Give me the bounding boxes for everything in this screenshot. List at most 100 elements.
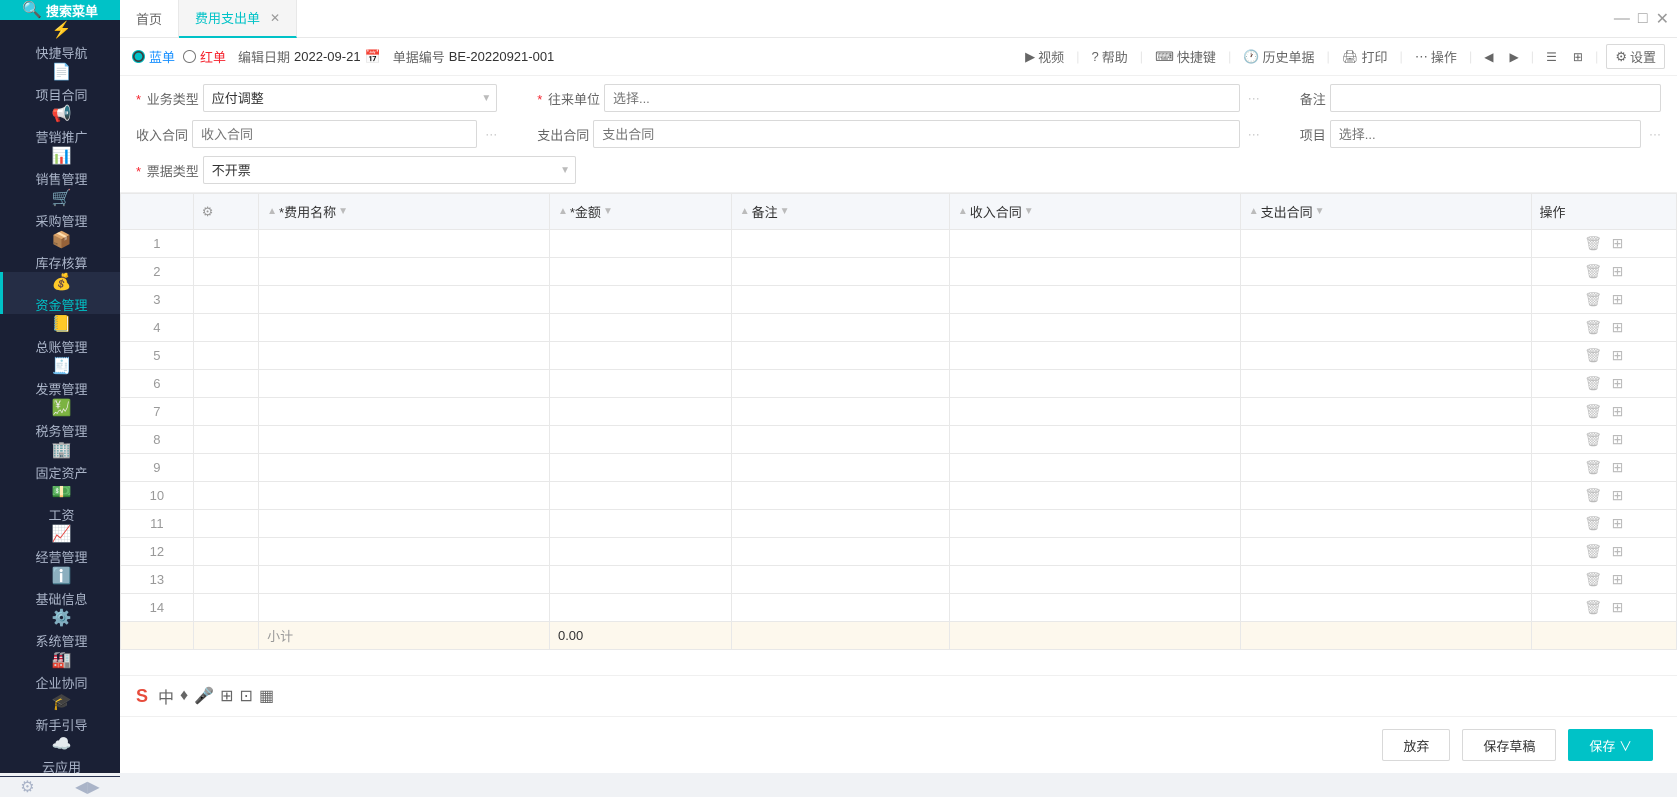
delete-icon[interactable]: 🗑 — [1584, 487, 1602, 503]
footer-icon-5[interactable]: ⊡ — [240, 686, 253, 706]
col-note-sort-up[interactable]: ▲ — [740, 206, 750, 217]
row-name[interactable] — [259, 286, 550, 314]
row-note[interactable] — [731, 454, 949, 482]
video-button[interactable]: ▶ 视频 — [1021, 45, 1068, 68]
copy-icon[interactable]: ⊞ — [1612, 487, 1624, 503]
row-income[interactable] — [949, 370, 1240, 398]
delete-icon[interactable]: 🗑 — [1584, 375, 1602, 391]
row-income[interactable] — [949, 230, 1240, 258]
copy-icon[interactable]: ⊞ — [1612, 375, 1624, 391]
radio-blue[interactable]: 蓝单 — [132, 47, 175, 66]
row-expense[interactable] — [1240, 454, 1531, 482]
row-income[interactable] — [949, 482, 1240, 510]
row-note[interactable] — [731, 314, 949, 342]
sidebar-item-cloud[interactable]: ☁️ 云应用 — [0, 734, 120, 776]
copy-icon[interactable]: ⊞ — [1612, 571, 1624, 587]
col-expense-sort-up[interactable]: ▲ — [1249, 206, 1259, 217]
row-amount[interactable] — [549, 286, 731, 314]
col-name-sort-down[interactable]: ▼ — [338, 206, 348, 217]
sidebar-search[interactable]: 🔍 搜索菜单 — [0, 0, 120, 20]
footer-icon-2[interactable]: ♦ — [180, 687, 188, 705]
copy-icon[interactable]: ⊞ — [1612, 403, 1624, 419]
row-income[interactable] — [949, 426, 1240, 454]
income-contract-input[interactable] — [192, 120, 477, 148]
row-note[interactable] — [731, 342, 949, 370]
delete-icon[interactable]: 🗑 — [1584, 515, 1602, 531]
partner-input[interactable] — [604, 84, 1240, 112]
row-amount[interactable] — [549, 538, 731, 566]
sidebar-item-guide[interactable]: 🎓 新手引导 — [0, 692, 120, 734]
copy-icon[interactable]: ⊞ — [1612, 431, 1624, 447]
copy-icon[interactable]: ⊞ — [1612, 599, 1624, 615]
col-expense-sort-down[interactable]: ▼ — [1315, 206, 1325, 217]
volume-icon[interactable]: ◀▶ — [75, 777, 100, 797]
row-note[interactable] — [731, 258, 949, 286]
row-note[interactable] — [731, 566, 949, 594]
project-suffix[interactable]: ··· — [1649, 127, 1661, 141]
sidebar-item-marketing[interactable]: 📢 营销推广 — [0, 104, 120, 146]
row-income[interactable] — [949, 538, 1240, 566]
row-income[interactable] — [949, 566, 1240, 594]
actions-button[interactable]: ⋯ 操作 — [1411, 45, 1461, 68]
row-note[interactable] — [731, 482, 949, 510]
sidebar-item-fixed-assets[interactable]: 🏢 固定资产 — [0, 440, 120, 482]
delete-icon[interactable]: 🗑 — [1584, 599, 1602, 615]
row-note[interactable] — [731, 286, 949, 314]
sidebar-item-project-contract[interactable]: 📄 项目合同 — [0, 62, 120, 104]
row-note[interactable] — [731, 370, 949, 398]
row-income[interactable] — [949, 510, 1240, 538]
close-button[interactable]: ✕ — [1656, 9, 1669, 29]
row-amount[interactable] — [549, 566, 731, 594]
row-name[interactable] — [259, 370, 550, 398]
delete-icon[interactable]: 🗑 — [1584, 235, 1602, 251]
row-expense[interactable] — [1240, 286, 1531, 314]
nav-next-button[interactable]: ▶ — [1505, 48, 1522, 66]
row-note[interactable] — [731, 398, 949, 426]
maximize-button[interactable]: □ — [1638, 10, 1648, 28]
col-amount-sort-down[interactable]: ▼ — [603, 206, 613, 217]
copy-icon[interactable]: ⊞ — [1612, 515, 1624, 531]
print-button[interactable]: 🖨 打印 — [1338, 45, 1392, 68]
sidebar-item-operations[interactable]: 📈 经营管理 — [0, 524, 120, 566]
row-name[interactable] — [259, 482, 550, 510]
row-name[interactable] — [259, 426, 550, 454]
discard-button[interactable]: 放弃 — [1382, 729, 1450, 761]
row-expense[interactable] — [1240, 258, 1531, 286]
row-income[interactable] — [949, 342, 1240, 370]
gear-icon[interactable]: ⚙ — [202, 204, 214, 219]
row-name[interactable] — [259, 594, 550, 622]
sidebar-item-salary[interactable]: 💵 工资 — [0, 482, 120, 524]
row-note[interactable] — [731, 538, 949, 566]
row-name[interactable] — [259, 230, 550, 258]
row-name[interactable] — [259, 314, 550, 342]
row-expense[interactable] — [1240, 426, 1531, 454]
delete-icon[interactable]: 🗑 — [1584, 347, 1602, 363]
row-income[interactable] — [949, 398, 1240, 426]
nav-prev-button[interactable]: ◀ — [1480, 48, 1497, 66]
footer-icon-1[interactable]: 中 — [158, 684, 174, 708]
sidebar-item-accounting[interactable]: 📒 总账管理 — [0, 314, 120, 356]
settings-button[interactable]: ⚙ 设置 — [1606, 44, 1665, 69]
history-button[interactable]: 🕐 历史单据 — [1239, 45, 1318, 68]
row-note[interactable] — [731, 510, 949, 538]
sidebar-item-purchase[interactable]: 🛒 采购管理 — [0, 188, 120, 230]
col-amount-sort-up[interactable]: ▲ — [558, 206, 568, 217]
tab-home[interactable]: 首页 — [120, 0, 179, 38]
row-amount[interactable] — [549, 594, 731, 622]
sidebar-item-capital[interactable]: 💰 资金管理 — [0, 272, 120, 314]
calendar-icon[interactable]: 📅 — [365, 49, 381, 65]
copy-icon[interactable]: ⊞ — [1612, 291, 1624, 307]
project-input[interactable] — [1330, 120, 1641, 148]
row-income[interactable] — [949, 286, 1240, 314]
footer-icon-4[interactable]: ⊞ — [220, 686, 233, 706]
row-name[interactable] — [259, 566, 550, 594]
note-input[interactable] — [1330, 84, 1661, 112]
row-income[interactable] — [949, 314, 1240, 342]
expense-contract-input[interactable] — [593, 120, 1239, 148]
partner-suffix[interactable]: ··· — [1248, 91, 1260, 105]
radio-red[interactable]: 红单 — [183, 47, 226, 66]
delete-icon[interactable]: 🗑 — [1584, 431, 1602, 447]
sidebar-item-quick-nav[interactable]: ⚡ 快捷导航 — [0, 20, 120, 62]
delete-icon[interactable]: 🗑 — [1584, 291, 1602, 307]
footer-icon-3[interactable]: 🎤 — [194, 686, 214, 706]
